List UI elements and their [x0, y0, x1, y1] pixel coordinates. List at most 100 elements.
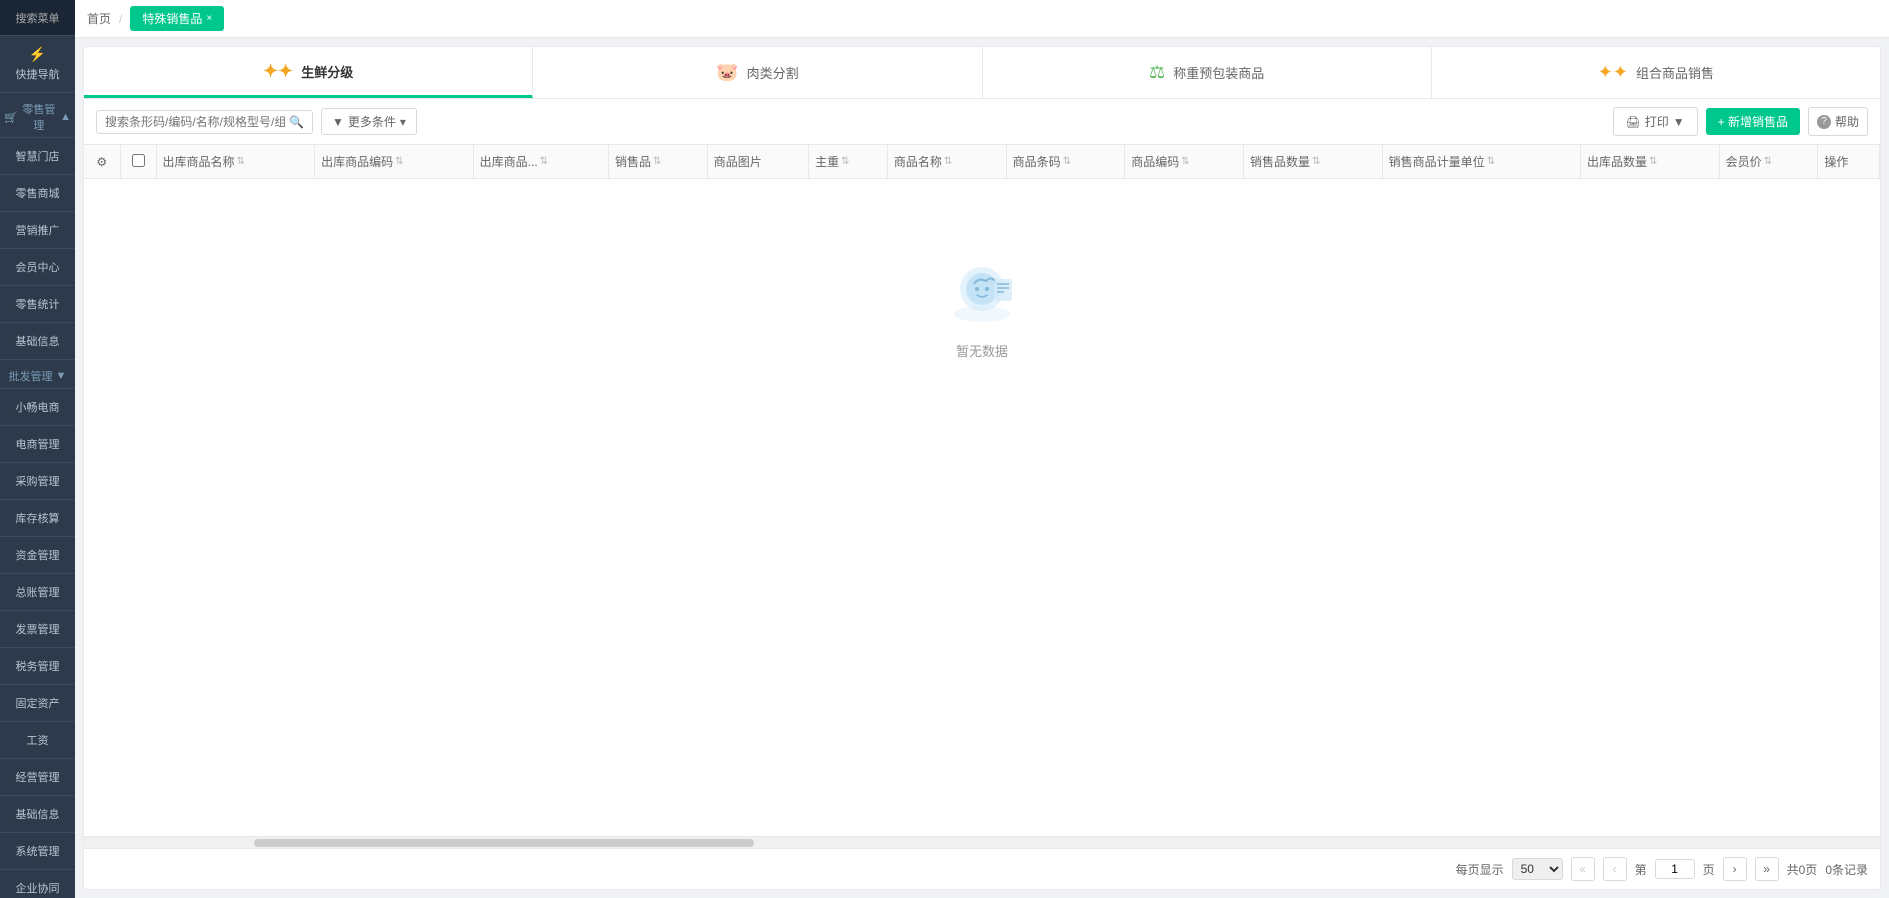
th-out-spec[interactable]: 出库商品... ⇅ — [473, 145, 608, 179]
sidebar-logo[interactable]: 搜索菜单 — [0, 0, 75, 36]
sort-icon[interactable]: ⇅ — [237, 156, 245, 167]
tab-close-icon[interactable]: × — [206, 13, 212, 24]
sidebar-item-smart-store[interactable]: 智慧门店 — [0, 138, 75, 175]
help-button[interactable]: ? 帮助 — [1808, 107, 1868, 136]
th-sale-qty[interactable]: 销售品数量 ⇅ — [1243, 145, 1382, 179]
settings-icon[interactable]: ⚙ — [96, 155, 107, 169]
th-check[interactable] — [120, 145, 156, 179]
th-out-code[interactable]: 出库商品编码 ⇅ — [315, 145, 474, 179]
breadcrumb-home[interactable]: 首页 — [87, 10, 111, 27]
pagination: 每页显示 50 10 20 100 « ‹ 第 页 › » 共0页 0 — [84, 848, 1880, 889]
expand-arrow-icon: ▲ — [60, 111, 71, 123]
new-item-label: + 新增销售品 — [1718, 113, 1788, 130]
sidebar-item-label: 总账管理 — [16, 584, 60, 600]
sidebar-item-purchase-mgmt[interactable]: 采购管理 — [0, 463, 75, 500]
th-settings[interactable]: ⚙ — [84, 145, 120, 179]
sidebar-item-basic-info[interactable]: 基础信息 — [0, 323, 75, 360]
expand-arrow-icon: ▼ — [56, 370, 67, 382]
meat-cut-icon: 🐷 — [716, 62, 738, 83]
prev-page-button[interactable]: ‹ — [1603, 857, 1627, 881]
record-count: 0条记录 — [1825, 861, 1868, 878]
per-page-label: 每页显示 — [1456, 861, 1504, 878]
sidebar-item-label: 固定资产 — [16, 695, 60, 711]
th-member-price[interactable]: 会员价 ⇅ — [1719, 145, 1818, 179]
empty-state: 暂无数据 — [84, 179, 1880, 440]
toolbar-right: 🖨 打印 ▼ + 新增销售品 ? 帮助 — [1613, 107, 1869, 136]
next-page-button[interactable]: › — [1723, 857, 1747, 881]
sidebar-item-ops-mgmt[interactable]: 经营管理 — [0, 759, 75, 796]
filter-button[interactable]: ▼ 更多条件 ▾ — [321, 108, 417, 135]
sidebar-item-finance[interactable]: 资金管理 — [0, 537, 75, 574]
first-page-icon: « — [1579, 862, 1586, 876]
sort-icon[interactable]: ⇅ — [1649, 156, 1657, 167]
sort-icon[interactable]: ⇅ — [944, 156, 952, 167]
search-box[interactable]: 🔍 — [96, 110, 313, 134]
toolbar: 🔍 ▼ 更多条件 ▾ 🖨 打印 ▼ + 新增销售品 ? — [84, 99, 1880, 145]
sort-icon[interactable]: ⇅ — [1487, 156, 1495, 167]
quick-nav-icon: ⚡ — [29, 46, 46, 63]
select-all-checkbox[interactable] — [132, 154, 145, 167]
sidebar-item-fixed-assets[interactable]: 固定资产 — [0, 685, 75, 722]
th-goods-barcode[interactable]: 商品条码 ⇅ — [1006, 145, 1125, 179]
cat-tab-combo-sales[interactable]: ✦✦ 组合商品销售 — [1432, 47, 1880, 98]
sidebar-item-ecomm-mgmt[interactable]: 电商管理 — [0, 426, 75, 463]
sidebar-item-inventory[interactable]: 库存核算 — [0, 500, 75, 537]
sort-icon[interactable]: ⇅ — [841, 156, 849, 167]
th-sale-item[interactable]: 销售品 ⇅ — [608, 145, 707, 179]
sidebar-item-mini-ecomm[interactable]: 小畅电商 — [0, 389, 75, 426]
per-page-select[interactable]: 50 10 20 100 — [1512, 858, 1563, 880]
horizontal-scrollbar[interactable] — [84, 836, 1880, 848]
filter-icon: ▼ — [332, 115, 344, 129]
sidebar-item-tax-mgmt[interactable]: 税务管理 — [0, 648, 75, 685]
search-input[interactable] — [105, 115, 285, 129]
first-page-button[interactable]: « — [1571, 857, 1595, 881]
cat-tab-fresh-grade[interactable]: ✦✦ 生鲜分级 — [84, 47, 533, 98]
sidebar-item-sys-mgmt[interactable]: 系统管理 — [0, 833, 75, 870]
th-out-qty[interactable]: 出库品数量 ⇅ — [1581, 145, 1720, 179]
sidebar-item-general-ledger[interactable]: 总账管理 — [0, 574, 75, 611]
cat-tab-meat-label: 肉类分割 — [747, 63, 799, 82]
search-icon[interactable]: 🔍 — [289, 115, 304, 129]
sidebar-item-basic-info2[interactable]: 基础信息 — [0, 796, 75, 833]
sort-icon[interactable]: ⇅ — [1181, 156, 1189, 167]
print-button[interactable]: 🖨 打印 ▼ — [1613, 107, 1698, 136]
new-item-button[interactable]: + 新增销售品 — [1706, 108, 1800, 135]
sidebar-item-label: 资金管理 — [16, 547, 60, 563]
prev-page-icon: ‹ — [1613, 862, 1617, 876]
sidebar-item-wages[interactable]: 工资 — [0, 722, 75, 759]
filter-chevron-icon: ▾ — [400, 115, 406, 129]
sort-icon[interactable]: ⇅ — [653, 156, 661, 167]
th-out-name[interactable]: 出库商品名称 ⇅ — [156, 145, 315, 179]
sidebar-item-label: 会员中心 — [16, 259, 60, 275]
sidebar-item-retail-stats[interactable]: 零售统计 — [0, 286, 75, 323]
sidebar-item-member-center[interactable]: 会员中心 — [0, 249, 75, 286]
cat-tab-meat-cut[interactable]: 🐷 肉类分割 — [533, 47, 982, 98]
sidebar-item-retail-mall[interactable]: 零售商城 — [0, 175, 75, 212]
content-area: ✦✦ 生鲜分级 🐷 肉类分割 ⚖ 称重预包装商品 ✦✦ 组合商品销售 🔍 — [83, 46, 1881, 890]
sort-icon[interactable]: ⇅ — [1063, 156, 1071, 167]
scroll-thumb[interactable] — [254, 839, 754, 847]
sidebar-item-invoice-mgmt[interactable]: 发票管理 — [0, 611, 75, 648]
sort-icon[interactable]: ⇅ — [540, 156, 548, 167]
scale-prepack-icon: ⚖ — [1149, 62, 1165, 83]
sidebar-item-marketing[interactable]: 营销推广 — [0, 212, 75, 249]
sort-icon[interactable]: ⇅ — [1764, 156, 1772, 167]
sidebar-item-corp-agreement[interactable]: 企业协同 — [0, 870, 75, 898]
sidebar-item-label: 工资 — [27, 732, 49, 748]
sort-icon[interactable]: ⇅ — [395, 156, 403, 167]
th-main-weight[interactable]: 主重 ⇅ — [809, 145, 888, 179]
cat-tab-scale-prepack[interactable]: ⚖ 称重预包装商品 — [983, 47, 1432, 98]
data-table: ⚙ 出库商品名称 ⇅ 出库商 — [84, 145, 1880, 179]
help-label: 帮助 — [1835, 113, 1859, 130]
active-tab[interactable]: 特殊销售品 × — [130, 6, 224, 31]
sidebar-item-quick-nav[interactable]: ⚡ 快捷导航 — [0, 36, 75, 93]
page-word2: 页 — [1703, 861, 1715, 878]
last-page-button[interactable]: » — [1755, 857, 1779, 881]
page-number-input[interactable] — [1655, 859, 1695, 879]
th-goods-code[interactable]: 商品编码 ⇅ — [1125, 145, 1244, 179]
sidebar-item-wholesale-mgmt[interactable]: 批发管理 ▼ — [0, 360, 75, 389]
sidebar-item-retail-mgmt[interactable]: 🛒 零售管理 ▲ — [0, 93, 75, 138]
th-sale-unit[interactable]: 销售商品计量单位 ⇅ — [1382, 145, 1580, 179]
sort-icon[interactable]: ⇅ — [1312, 156, 1320, 167]
th-goods-name[interactable]: 商品名称 ⇅ — [887, 145, 1006, 179]
